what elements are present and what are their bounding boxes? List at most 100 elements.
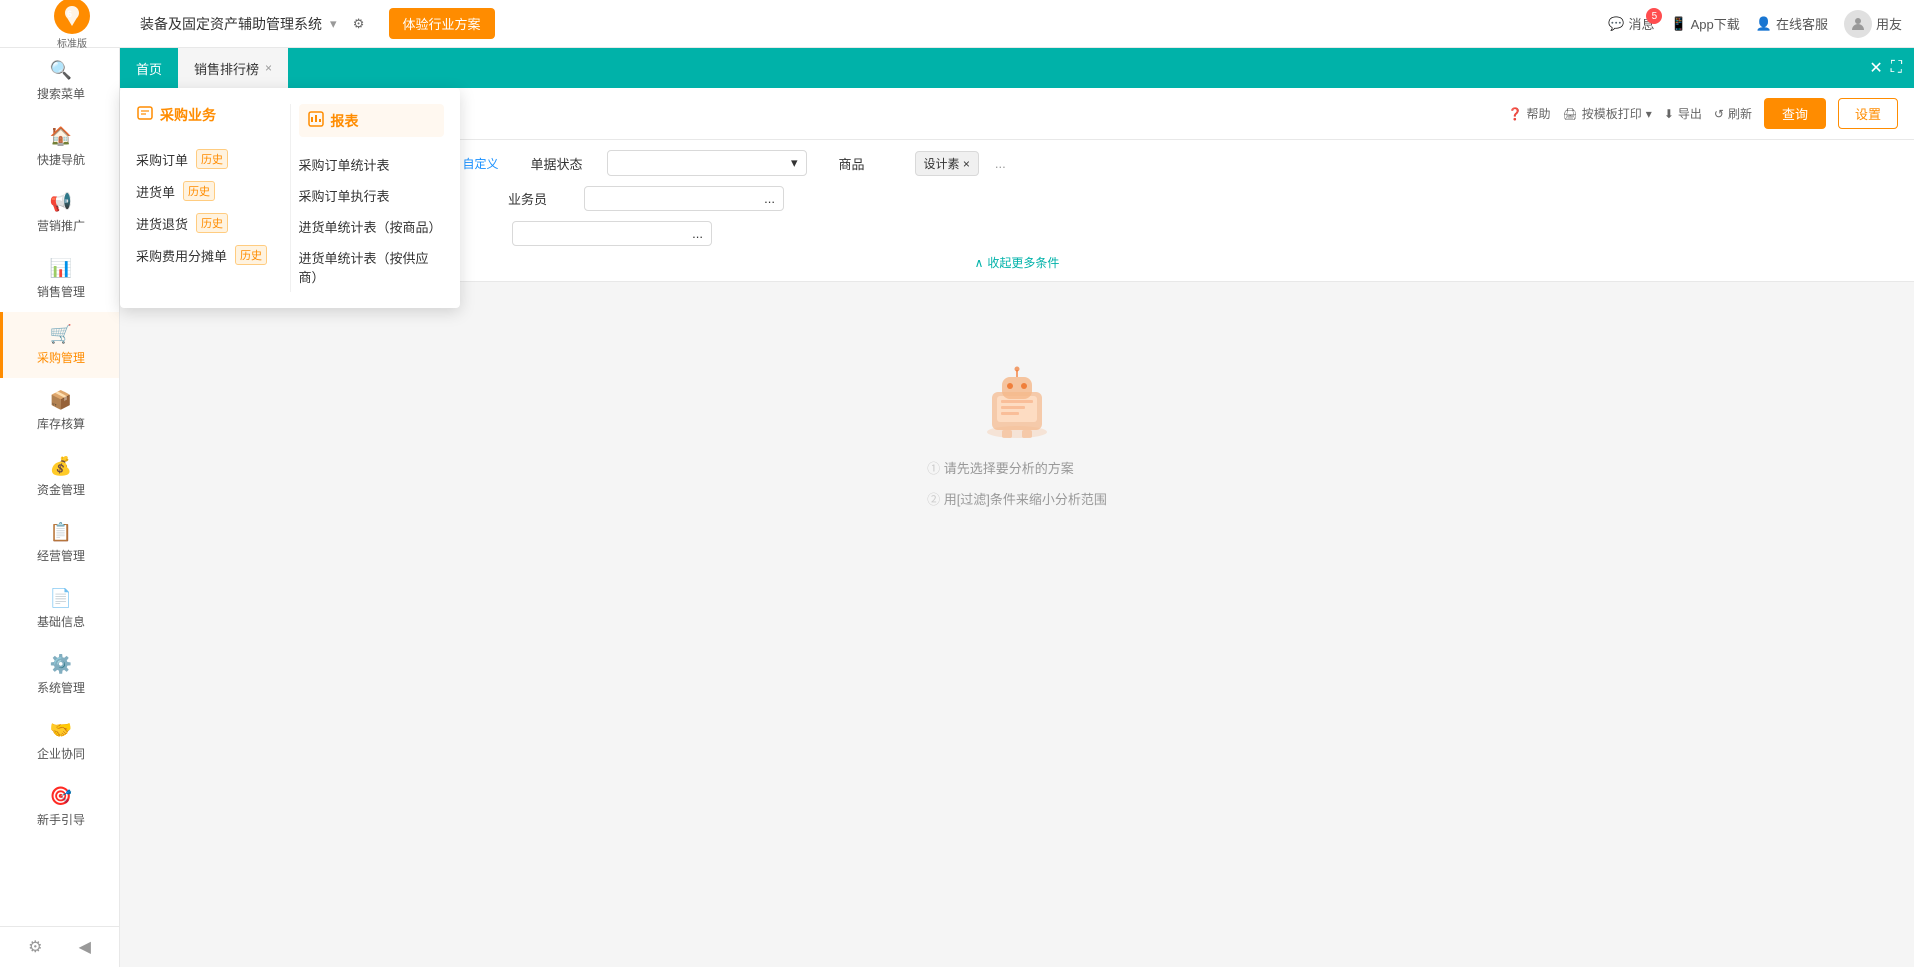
print-btn[interactable]: 🖨 按模板打印 ▾ bbox=[1563, 105, 1652, 122]
salesman-select[interactable]: ... bbox=[584, 186, 784, 211]
sidebar-item-label: 搜索菜单 bbox=[37, 85, 85, 102]
sidebar-item-inventory[interactable]: 📦 库存核算 bbox=[0, 378, 119, 444]
tab-sales-rank[interactable]: 销售排行榜 × bbox=[178, 48, 288, 88]
sidebar-item-label: 库存核算 bbox=[37, 415, 85, 432]
sales-icon: 📊 bbox=[50, 258, 72, 279]
sidebar-item-label: 经营管理 bbox=[37, 547, 85, 564]
goods-tag-text: 设计素 × bbox=[924, 155, 970, 172]
customer-select[interactable]: ... bbox=[512, 221, 712, 246]
tab-maximize-btn[interactable]: ⛶ bbox=[1891, 59, 1902, 77]
menu-item-purchase-cost[interactable]: 采购费用分摊单 历史 bbox=[136, 239, 282, 271]
menu-item-goods-receipt-label: 进货单 bbox=[136, 182, 175, 201]
sidebar-collapse-btn[interactable]: ◀ bbox=[79, 937, 91, 957]
salesman-label: 业务员 bbox=[508, 189, 568, 208]
sidebar-item-search[interactable]: 🔍 搜索菜单 bbox=[0, 48, 119, 114]
sidebar-item-enterprise[interactable]: 🤝 企业协同 bbox=[0, 708, 119, 774]
empty-line2: ② 用[过滤]条件来缩小分析范围 bbox=[927, 489, 1107, 508]
sidebar-item-operations[interactable]: 📋 经营管理 bbox=[0, 510, 119, 576]
menu-item-purchase-order-exec[interactable]: 采购订单执行表 bbox=[299, 180, 445, 211]
message-badge: 5 bbox=[1646, 8, 1662, 24]
sidebar-item-finance[interactable]: 💰 资金管理 bbox=[0, 444, 119, 510]
print-label: 按模板打印 bbox=[1582, 105, 1642, 122]
empty-line1: ① 请先选择要分析的方案 bbox=[927, 458, 1107, 477]
sidebar-item-label: 销售管理 bbox=[37, 283, 85, 300]
sidebar-item-purchase[interactable]: 🛒 采购管理 bbox=[0, 312, 119, 378]
refresh-icon: ↺ bbox=[1714, 107, 1724, 121]
sidebar-item-marketing[interactable]: 📢 营销推广 bbox=[0, 180, 119, 246]
tab-bar: 首页 销售排行榜 × ✕ ⛶ bbox=[120, 48, 1914, 88]
basic-info-icon: 📄 bbox=[50, 588, 72, 609]
reports-title: 报表 bbox=[299, 104, 445, 137]
inventory-icon: 📦 bbox=[50, 390, 72, 411]
voucher-status-dropdown-icon: ▾ bbox=[791, 155, 798, 171]
date-custom[interactable]: 自定义 bbox=[463, 155, 499, 172]
print-dropdown-icon: ▾ bbox=[1646, 107, 1652, 121]
menu-item-purchase-order[interactable]: 采购订单 历史 bbox=[136, 143, 282, 175]
export-btn[interactable]: ⬇ 导出 bbox=[1664, 105, 1702, 122]
customer-ellipsis: ... bbox=[692, 226, 703, 241]
menu-item-goods-receipt[interactable]: 进货单 历史 bbox=[136, 175, 282, 207]
avatar bbox=[1844, 10, 1872, 38]
header-system-title: 装备及固定资产辅助管理系统 ▾ ⚙ 体验行业方案 bbox=[140, 8, 1608, 39]
refresh-label: 刷新 bbox=[1728, 105, 1752, 122]
message-nav-item[interactable]: 💬 5 消息 bbox=[1608, 14, 1654, 33]
menu-item-goods-stats-by-supplier[interactable]: 进货单统计表（按供应商） bbox=[299, 242, 445, 292]
user-label: 用友 bbox=[1876, 14, 1902, 33]
service-icon: 👤 bbox=[1756, 16, 1772, 32]
settings-icon[interactable]: ⚙ bbox=[345, 10, 373, 38]
purchase-business-title: 采购业务 bbox=[136, 104, 282, 131]
system-icon: ⚙️ bbox=[50, 654, 72, 675]
app-download-label: App下载 bbox=[1691, 14, 1740, 33]
tab-close-btn[interactable]: ✕ bbox=[1869, 58, 1882, 78]
salesman-ellipsis: ... bbox=[764, 191, 775, 206]
set-button[interactable]: 设置 bbox=[1838, 98, 1898, 129]
purchase-business-icon bbox=[136, 104, 154, 125]
refresh-btn[interactable]: ↺ 刷新 bbox=[1714, 105, 1752, 122]
help-label: 帮助 bbox=[1527, 105, 1551, 122]
menu-item-goods-return[interactable]: 进货退货 历史 bbox=[136, 207, 282, 239]
sidebar-item-quicknav[interactable]: 🏠 快捷导航 bbox=[0, 114, 119, 180]
online-service-item[interactable]: 👤 在线客服 bbox=[1756, 14, 1828, 33]
top-header: 6 标准版 装备及固定资产辅助管理系统 ▾ ⚙ 体验行业方案 💬 5 消息 📱 … bbox=[0, 0, 1914, 48]
sidebar-settings-btn[interactable]: ⚙ bbox=[28, 937, 42, 957]
help-btn[interactable]: ❓ 帮助 bbox=[1508, 105, 1551, 122]
phone-icon: 📱 bbox=[1670, 16, 1686, 32]
sidebar-item-system[interactable]: ⚙️ 系统管理 bbox=[0, 642, 119, 708]
tab-bar-right: ✕ ⛶ bbox=[1869, 58, 1914, 78]
menu-item-purchase-cost-label: 采购费用分摊单 bbox=[136, 246, 227, 265]
menu-item-goods-stats-by-product[interactable]: 进货单统计表（按商品） bbox=[299, 211, 445, 242]
user-item[interactable]: 用友 bbox=[1844, 10, 1902, 38]
sidebar-item-guide[interactable]: 🎯 新手引导 bbox=[0, 774, 119, 840]
sidebar-item-label: 系统管理 bbox=[37, 679, 85, 696]
menu-item-purchase-order-stats[interactable]: 采购订单统计表 bbox=[299, 149, 445, 180]
tab-home[interactable]: 首页 bbox=[120, 48, 178, 88]
operations-icon: 📋 bbox=[50, 522, 72, 543]
menu-item-goods-stats-by-supplier-label: 进货单统计表（按供应商） bbox=[299, 248, 445, 286]
goods-tag: 设计素 × bbox=[915, 151, 979, 176]
history-tag-2: 历史 bbox=[183, 181, 215, 201]
tab-sales-rank-label: 销售排行榜 bbox=[194, 59, 259, 78]
industry-button[interactable]: 体验行业方案 bbox=[389, 8, 495, 39]
voucher-status-select[interactable]: ▾ bbox=[607, 150, 807, 176]
history-tag-3: 历史 bbox=[196, 213, 228, 233]
goods-ellipsis[interactable]: ... bbox=[995, 156, 1006, 171]
collapse-icon: ∧ bbox=[975, 256, 984, 270]
purchase-icon: 🛒 bbox=[50, 324, 72, 345]
collapse-btn[interactable]: ∧ 收起更多条件 bbox=[975, 254, 1060, 271]
menu-item-goods-stats-by-product-label: 进货单统计表（按商品） bbox=[299, 217, 442, 236]
reports-icon bbox=[307, 110, 325, 131]
search-icon: 🔍 bbox=[50, 60, 72, 81]
purchase-dropdown-menu: 采购业务 采购订单 历史 进货单 历史 进货退货 历史 采购费用分摊单 历史 bbox=[120, 88, 460, 308]
menu-item-purchase-order-exec-label: 采购订单执行表 bbox=[299, 186, 390, 205]
app-download-item[interactable]: 📱 App下载 bbox=[1670, 14, 1739, 33]
enterprise-icon: 🤝 bbox=[50, 720, 72, 741]
goods-label: 商品 bbox=[839, 154, 899, 173]
online-service-label: 在线客服 bbox=[1776, 14, 1828, 33]
history-tag-4: 历史 bbox=[235, 245, 267, 265]
help-icon: ❓ bbox=[1508, 107, 1523, 121]
sidebar-item-sales[interactable]: 📊 销售管理 bbox=[0, 246, 119, 312]
query-button[interactable]: 查询 bbox=[1764, 98, 1826, 129]
system-title-dropdown-icon[interactable]: ▾ bbox=[330, 16, 337, 32]
tab-close-icon[interactable]: × bbox=[265, 61, 272, 75]
sidebar-item-basic-info[interactable]: 📄 基础信息 bbox=[0, 576, 119, 642]
